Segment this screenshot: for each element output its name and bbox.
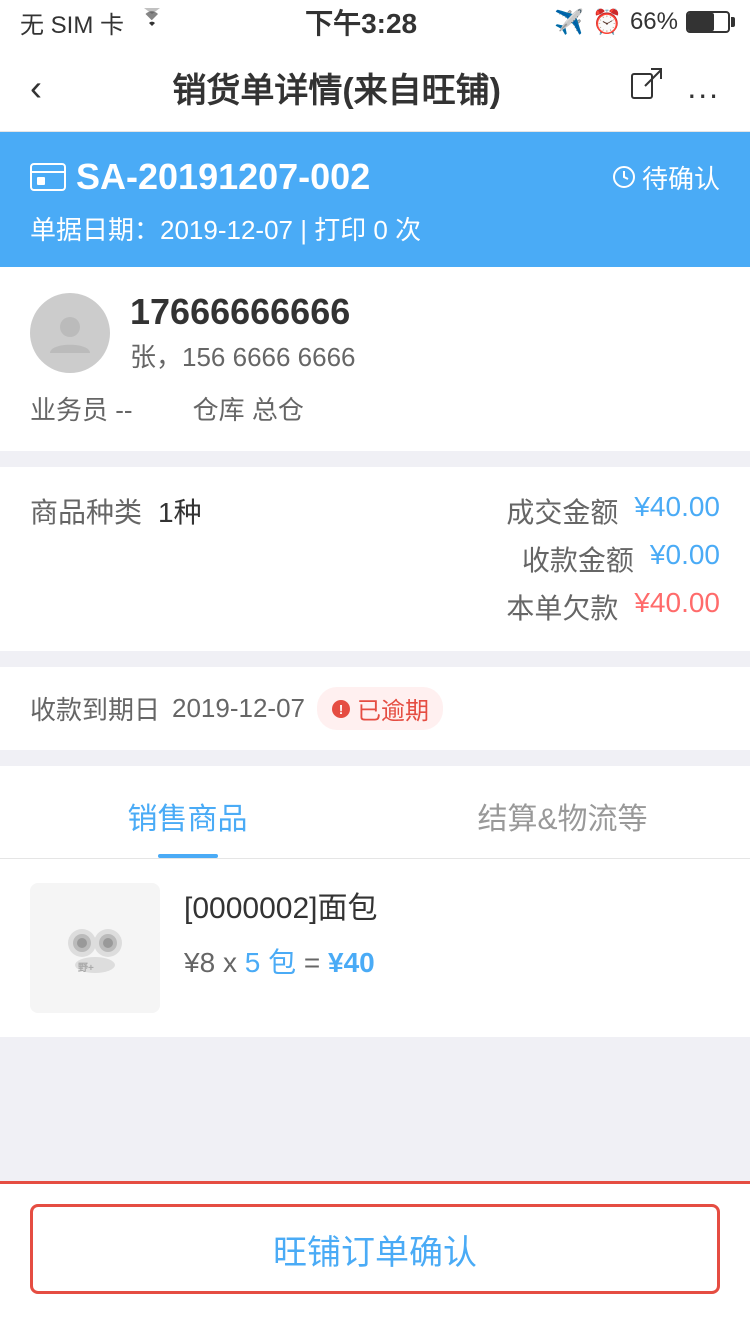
received-amount-value: ¥0.00	[650, 539, 720, 579]
salesperson-label: 业务员 --	[30, 390, 133, 427]
owed-amount-value: ¥40.00	[634, 587, 720, 627]
tab-products[interactable]: 销售商品	[0, 766, 375, 858]
order-date: 单据日期：2019-12-07 | 打印 0 次	[30, 210, 720, 247]
product-thumbnail: 野+	[30, 883, 160, 1013]
tabs-row: 销售商品 结算&物流等	[0, 766, 750, 859]
customer-info: 17666666666 张，156 6666 6666	[130, 291, 356, 374]
order-header: SA-20191207-002 待确认 单据日期：2019-12-07 | 打印…	[0, 132, 750, 267]
tabs-section: 销售商品 结算&物流等 野+ [0000002]面包 ¥8 x	[0, 766, 750, 1037]
product-qty: 5	[245, 947, 261, 978]
due-date-value: 2019-12-07	[172, 693, 305, 724]
product-equals: =	[304, 947, 328, 978]
svg-text:!: !	[339, 702, 343, 717]
transaction-amount-row: 成交金额 ¥40.00	[506, 491, 720, 531]
avatar	[30, 293, 110, 373]
order-status: 待确认	[612, 159, 720, 196]
location-icon: ✈️	[554, 8, 584, 37]
transaction-amount-label: 成交金额	[506, 491, 618, 531]
product-multiply: x	[223, 947, 245, 978]
owed-amount-row: 本单欠款 ¥40.00	[506, 587, 720, 627]
nav-bar: ‹ 销货单详情(来自旺铺) ...	[0, 44, 750, 132]
owed-amount-label: 本单欠款	[506, 587, 618, 627]
status-bar: 无 SIM 卡 下午3:28 ✈️ ⏰ 66%	[0, 0, 750, 44]
wifi-icon	[136, 8, 168, 37]
status-time: 下午3:28	[305, 2, 417, 42]
order-id: SA-20191207-002	[30, 156, 370, 198]
back-button[interactable]: ‹	[30, 67, 42, 109]
share-icon[interactable]	[631, 68, 663, 107]
received-amount-label: 收款金额	[522, 539, 634, 579]
svg-text:野+: 野+	[78, 962, 94, 974]
transaction-amount-value: ¥40.00	[634, 491, 720, 531]
status-left: 无 SIM 卡	[20, 5, 168, 40]
page-title: 销货单详情(来自旺铺)	[172, 63, 501, 112]
product-types-value: 1种	[158, 491, 202, 531]
customer-name: 张，156 6666 6666	[130, 337, 356, 374]
overdue-label: 已逾期	[357, 691, 429, 726]
summary-section: 商品种类 1种 成交金额 ¥40.00 收款金额 ¥0.00 本单欠款 ¥40.…	[0, 467, 750, 651]
carrier-label: 无 SIM 卡	[20, 5, 124, 40]
confirm-order-button[interactable]: 旺铺订单确认	[30, 1204, 720, 1294]
bottom-button-wrap: 旺铺订单确认	[0, 1181, 750, 1334]
order-status-text: 待确认	[642, 159, 720, 196]
order-header-row1: SA-20191207-002 待确认	[30, 156, 720, 198]
status-right: ✈️ ⏰ 66%	[554, 8, 730, 37]
order-id-text: SA-20191207-002	[76, 156, 370, 198]
warehouse-label: 仓库 总仓	[193, 390, 304, 427]
product-unit-price: ¥8	[184, 947, 215, 978]
overdue-badge: ! 已逾期	[317, 687, 443, 730]
more-icon[interactable]: ...	[687, 69, 720, 106]
customer-row: 17666666666 张，156 6666 6666	[30, 291, 720, 374]
confirm-order-label: 旺铺订单确认	[273, 1225, 477, 1274]
product-price: ¥8 x 5 包 = ¥40	[184, 941, 720, 981]
nav-actions: ...	[631, 68, 720, 107]
customer-meta: 业务员 -- 仓库 总仓	[30, 390, 720, 427]
due-date-label: 收款到期日	[30, 690, 160, 727]
summary-row: 商品种类 1种 成交金额 ¥40.00 收款金额 ¥0.00 本单欠款 ¥40.…	[30, 491, 720, 627]
product-total: ¥40	[328, 947, 375, 978]
received-amount-row: 收款金额 ¥0.00	[522, 539, 720, 579]
product-info: [0000002]面包 ¥8 x 5 包 = ¥40	[184, 883, 720, 981]
product-unit: 包	[268, 947, 296, 978]
customer-section: 17666666666 张，156 6666 6666 业务员 -- 仓库 总仓	[0, 267, 750, 451]
tab-settlement[interactable]: 结算&物流等	[375, 766, 750, 858]
product-name: [0000002]面包	[184, 883, 720, 927]
customer-phone: 17666666666	[130, 291, 356, 333]
battery-icon	[686, 11, 730, 33]
product-item: 野+ [0000002]面包 ¥8 x 5 包 = ¥40	[0, 859, 750, 1037]
battery-label: 66%	[630, 8, 678, 36]
summary-right: 成交金额 ¥40.00 收款金额 ¥0.00 本单欠款 ¥40.00	[506, 491, 720, 627]
product-types-label: 商品种类	[30, 491, 142, 531]
summary-left: 商品种类 1种	[30, 491, 202, 531]
due-date-section: 收款到期日 2019-12-07 ! 已逾期	[0, 667, 750, 750]
alarm-icon: ⏰	[592, 8, 622, 37]
